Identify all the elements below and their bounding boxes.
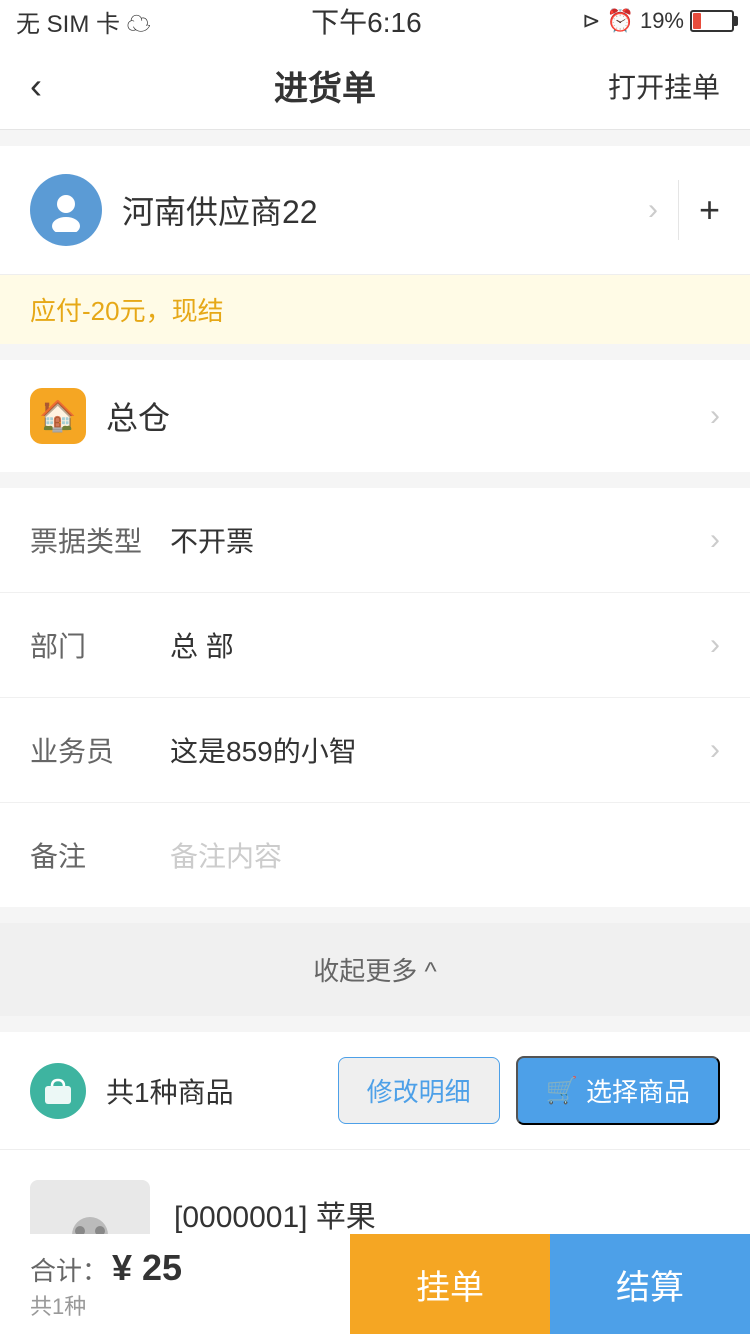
chevron-right-icon: › — [648, 193, 658, 227]
remark-label: 备注 — [30, 835, 150, 875]
warehouse-row[interactable]: 🏠 总仓 › — [0, 360, 750, 472]
add-button[interactable]: + — [699, 189, 720, 231]
modify-detail-button[interactable]: 修改明细 — [338, 1057, 500, 1124]
footer-total: 合计： ¥ 25 共1种 — [0, 1234, 350, 1334]
product-header: 共1种商品 修改明细 🛒 选择商品 — [0, 1032, 750, 1150]
hang-button[interactable]: 挂单 — [350, 1234, 550, 1334]
status-time: 下午6:16 — [311, 1, 422, 41]
battery-icon — [690, 10, 734, 32]
department-value: 总 部 — [150, 625, 710, 665]
chevron-right-icon: › — [710, 399, 720, 433]
chevron-right-icon: › — [710, 628, 720, 662]
invoice-row[interactable]: 票据类型 不开票 › — [0, 488, 750, 592]
supplier-card: 河南供应商22 › + 应付-20元，现结 — [0, 146, 750, 344]
warehouse-card: 🏠 总仓 › — [0, 360, 750, 472]
notice-bar: 应付-20元，现结 — [0, 275, 750, 344]
settle-button[interactable]: 结算 — [550, 1234, 750, 1334]
select-product-button[interactable]: 🛒 选择商品 — [516, 1056, 720, 1125]
chevron-right-icon: › — [710, 733, 720, 767]
product-name: [0000001] 苹果 — [174, 1192, 682, 1236]
open-hang-button[interactable]: 打开挂单 — [608, 66, 720, 106]
cart-icon: 🛒 — [546, 1075, 578, 1106]
department-row[interactable]: 部门 总 部 › — [0, 592, 750, 697]
vertical-divider — [678, 180, 679, 240]
warehouse-icon: 🏠 — [30, 388, 86, 444]
supplier-avatar — [30, 174, 102, 246]
shopping-bag-icon — [41, 1074, 75, 1108]
settle-button-label: 结算 — [616, 1260, 684, 1309]
content-area: 河南供应商22 › + 应付-20元，现结 🏠 总仓 › 票据类型 不开票 › … — [0, 146, 750, 1330]
battery-percent: 19% — [640, 8, 684, 34]
product-count-icon — [30, 1063, 86, 1119]
total-label: 合计： — [30, 1251, 108, 1288]
department-label: 部门 — [30, 625, 150, 665]
alarm-icon: ⏰ — [607, 8, 634, 34]
invoice-value: 不开票 — [150, 520, 710, 560]
product-title-text: 苹果 — [316, 1201, 376, 1234]
nav-bar: ‹ 进货单 打开挂单 — [0, 42, 750, 130]
person-icon — [44, 188, 88, 232]
status-left: 无 SIM 卡 ☁ — [16, 4, 151, 39]
chevron-right-icon: › — [710, 523, 720, 557]
status-bar: 无 SIM 卡 ☁ 下午6:16 ⊳ ⏰ 19% — [0, 0, 750, 42]
status-right: ⊳ ⏰ 19% — [582, 8, 734, 34]
back-button[interactable]: ‹ — [30, 65, 42, 107]
footer: 合计： ¥ 25 共1种 挂单 结算 — [0, 1234, 750, 1334]
remark-row[interactable]: 备注 备注内容 — [0, 802, 750, 907]
remark-placeholder[interactable]: 备注内容 — [150, 835, 720, 875]
location-icon: ⊳ — [582, 8, 600, 34]
collapse-label: 收起更多 ^ — [313, 951, 436, 988]
sim-text: 无 SIM 卡 ☁ — [16, 4, 151, 39]
product-id: [0000001] — [174, 1201, 307, 1234]
form-card: 票据类型 不开票 › 部门 总 部 › 业务员 这是859的小智 › 备注 备注… — [0, 488, 750, 907]
supplier-row[interactable]: 河南供应商22 › + — [0, 146, 750, 275]
hang-button-label: 挂单 — [416, 1260, 484, 1309]
collapse-button[interactable]: 收起更多 ^ — [0, 923, 750, 1016]
salesperson-label: 业务员 — [30, 730, 150, 770]
total-count: 共1种 — [30, 1289, 320, 1321]
total-amount: ¥ 25 — [112, 1247, 182, 1289]
page-title: 进货单 — [274, 61, 376, 110]
salesperson-row[interactable]: 业务员 这是859的小智 › — [0, 697, 750, 802]
supplier-name: 河南供应商22 — [122, 187, 648, 233]
product-count-text: 共1种商品 — [106, 1071, 338, 1111]
invoice-label: 票据类型 — [30, 520, 150, 560]
notice-text: 应付-20元，现结 — [30, 296, 224, 326]
select-product-label: 选择商品 — [586, 1072, 690, 1109]
salesperson-value: 这是859的小智 — [150, 730, 710, 770]
warehouse-name: 总仓 — [106, 393, 710, 439]
